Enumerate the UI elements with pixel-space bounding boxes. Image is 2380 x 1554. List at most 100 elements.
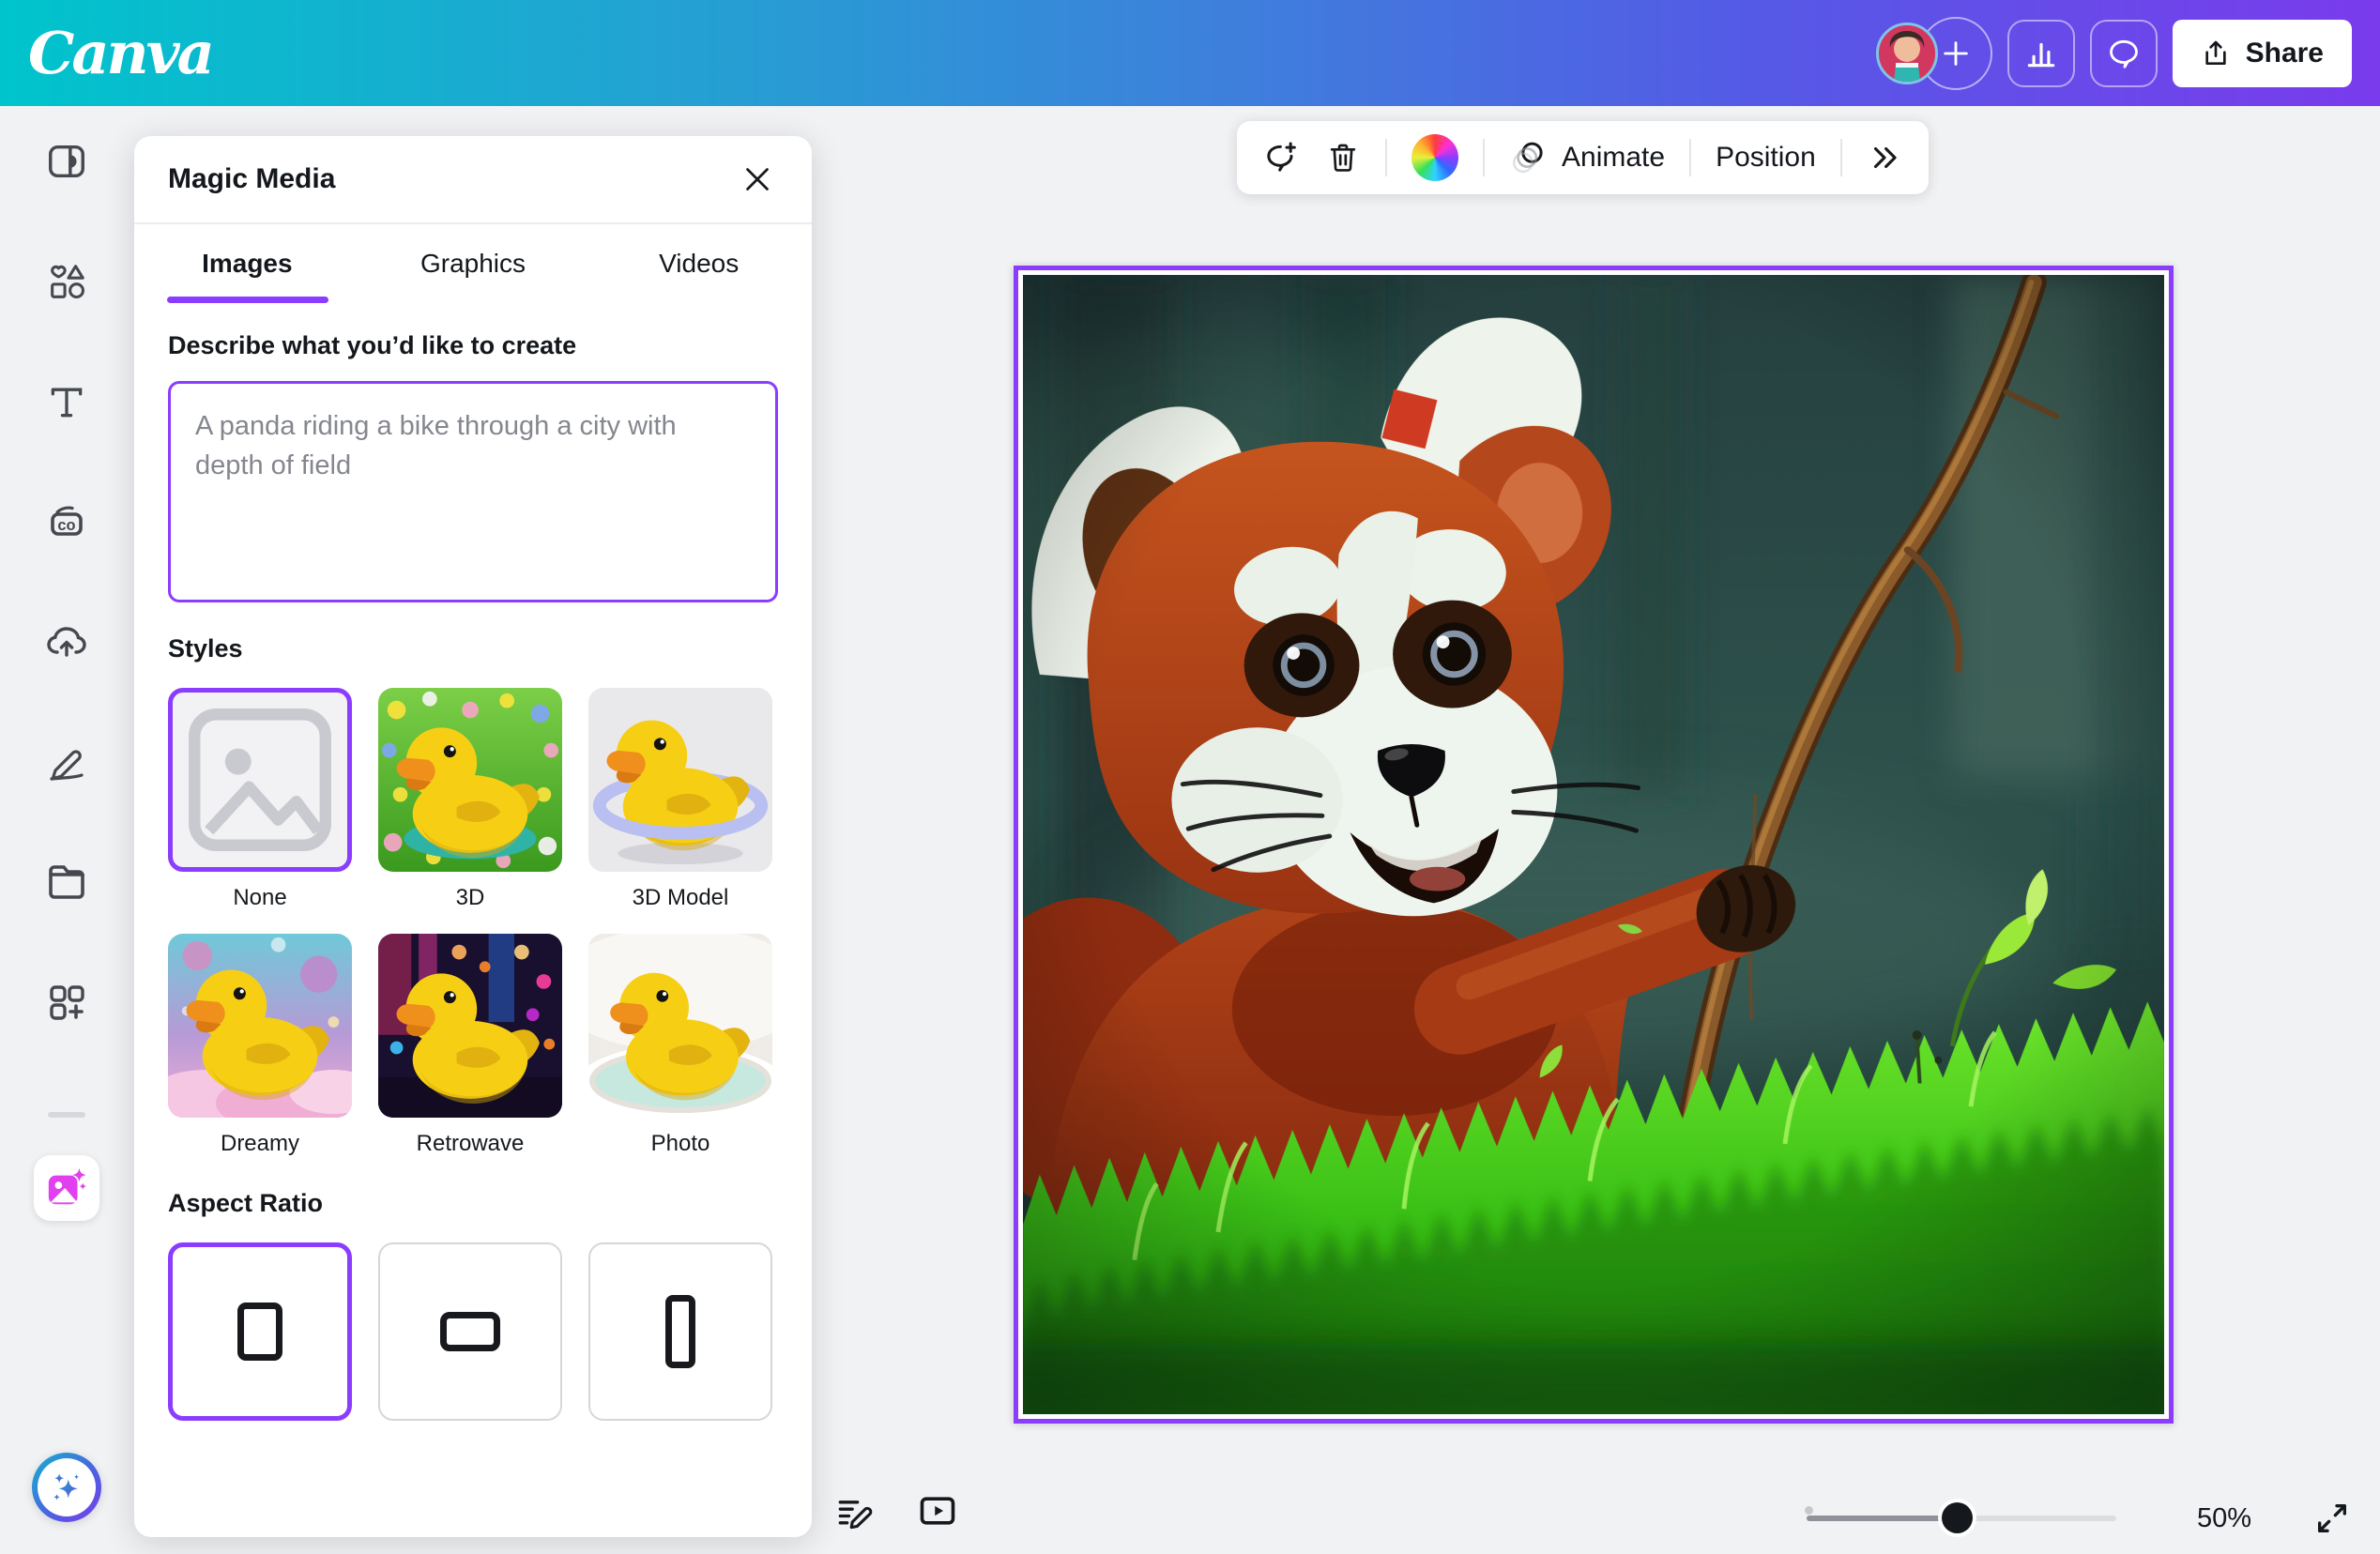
plus-icon [1940,38,1972,69]
zoom-slider-marker [1805,1506,1813,1515]
avatar-image [1879,25,1935,82]
tab-graphics[interactable]: Graphics [360,224,587,303]
prompt-label: Describe what you’d like to create [168,331,778,360]
notes-icon [833,1490,875,1531]
aspect-option-portrait[interactable] [588,1242,772,1421]
animate-label: Animate [1562,142,1665,174]
sidebar-rail: co [0,106,133,1554]
toolbar-separator [1689,139,1691,176]
sidebar-item-draw[interactable] [0,740,133,784]
expand-icon [2313,1500,2351,1537]
zoom-slider[interactable] [1807,1516,2116,1521]
element-toolbar: Animate Position [1237,121,1929,194]
share-button[interactable]: Share [2173,20,2352,87]
sidebar-item-design[interactable] [0,140,133,183]
position-button[interactable]: Position [1716,142,1816,174]
active-tab-indicator [167,297,328,303]
share-upload-icon [2201,38,2231,69]
document-actions [833,1490,959,1536]
panel-body: Describe what you’d like to create Style… [134,331,812,1421]
style-thumb-dreamy [168,934,352,1118]
generated-image-red-panda [1023,275,2164,1414]
style-thumb-none [168,688,352,872]
elements-icon [45,260,88,303]
close-icon [740,162,774,196]
sidebar-item-projects[interactable] [0,861,133,904]
portrait-ratio-icon [665,1295,695,1368]
sidebar-item-text[interactable] [0,380,133,423]
double-chevron-right-icon [1867,140,1902,175]
topbar-actions: Share [1876,17,2352,90]
toolbar-separator [1840,139,1842,176]
draw-pen-icon [44,739,89,785]
tab-images[interactable]: Images [134,224,360,303]
apps-grid-icon [44,980,89,1025]
canva-logo[interactable]: Canva [28,24,212,83]
share-label: Share [2246,38,2324,69]
style-label: 3D [378,885,562,911]
more-options-button[interactable] [1867,140,1902,175]
analytics-icon [2023,36,2059,71]
style-label: 3D Model [588,885,772,911]
canvas-page[interactable] [1014,266,2174,1424]
add-comment-button[interactable] [1263,139,1301,176]
design-icon [45,140,88,183]
magic-media-icon [45,1166,88,1210]
sidebar-item-brand[interactable]: co [0,500,133,543]
square-ratio-icon [237,1303,282,1361]
topbar: Canva [0,0,2380,106]
style-label: Retrowave [378,1131,562,1157]
delete-button[interactable] [1325,140,1361,175]
panel-header: Magic Media [134,136,812,222]
avatar[interactable] [1876,23,1938,84]
sidebar-item-uploads[interactable] [0,620,133,663]
rail-divider [48,1112,85,1118]
style-label: Dreamy [168,1131,352,1157]
style-label: None [168,885,352,911]
sidebar-item-apps[interactable] [0,981,133,1024]
style-option-retrowave[interactable]: Retrowave [378,934,562,1157]
brand-icon: co [44,499,89,544]
aspect-option-square[interactable] [168,1242,352,1421]
landscape-ratio-icon [440,1312,500,1351]
trash-icon [1325,140,1361,175]
comments-button[interactable] [2090,20,2158,87]
zoom-slider-knob[interactable] [1942,1502,1973,1533]
image-placeholder-icon [173,693,347,867]
aspect-option-landscape[interactable] [378,1242,562,1421]
zoom-slider-fill [1807,1516,1957,1521]
canva-editor: Canva [0,0,2380,1554]
sidebar-item-elements[interactable] [0,260,133,303]
style-option-3d-model[interactable]: 3D Model [588,688,772,911]
zoom-percent: 50% [2197,1503,2263,1534]
aspect-ratio-heading: Aspect Ratio [168,1189,778,1218]
animate-icon [1509,138,1549,177]
fullscreen-button[interactable] [2313,1500,2351,1537]
close-panel-button[interactable] [737,159,778,200]
animate-button[interactable]: Animate [1509,138,1665,177]
style-option-photo[interactable]: Photo [588,934,772,1157]
add-comment-icon [1263,139,1301,176]
text-icon [46,381,87,422]
sidebar-item-magic-media[interactable] [34,1155,99,1221]
color-wheel-button[interactable] [1411,134,1458,181]
present-button[interactable] [916,1490,959,1536]
style-thumb-photo [588,934,772,1118]
style-option-3d[interactable]: 3D [378,688,562,911]
magic-media-panel: Magic Media Images Graphics Videos Descr… [134,136,812,1537]
notes-button[interactable] [833,1490,875,1536]
projects-folder-icon [44,860,89,905]
media-type-tabs: Images Graphics Videos [134,224,812,303]
aspect-ratio-options [168,1242,778,1421]
styles-heading: Styles [168,634,778,663]
prompt-input[interactable] [168,381,778,602]
analytics-button[interactable] [2007,20,2075,87]
style-option-dreamy[interactable]: Dreamy [168,934,352,1157]
style-label: Photo [588,1131,772,1157]
style-option-none[interactable]: None [168,688,352,911]
panel-title: Magic Media [168,163,335,195]
uploads-cloud-icon [44,619,89,664]
tab-videos[interactable]: Videos [586,224,812,303]
toolbar-separator [1385,139,1387,176]
chat-bubble-icon [2106,36,2142,71]
